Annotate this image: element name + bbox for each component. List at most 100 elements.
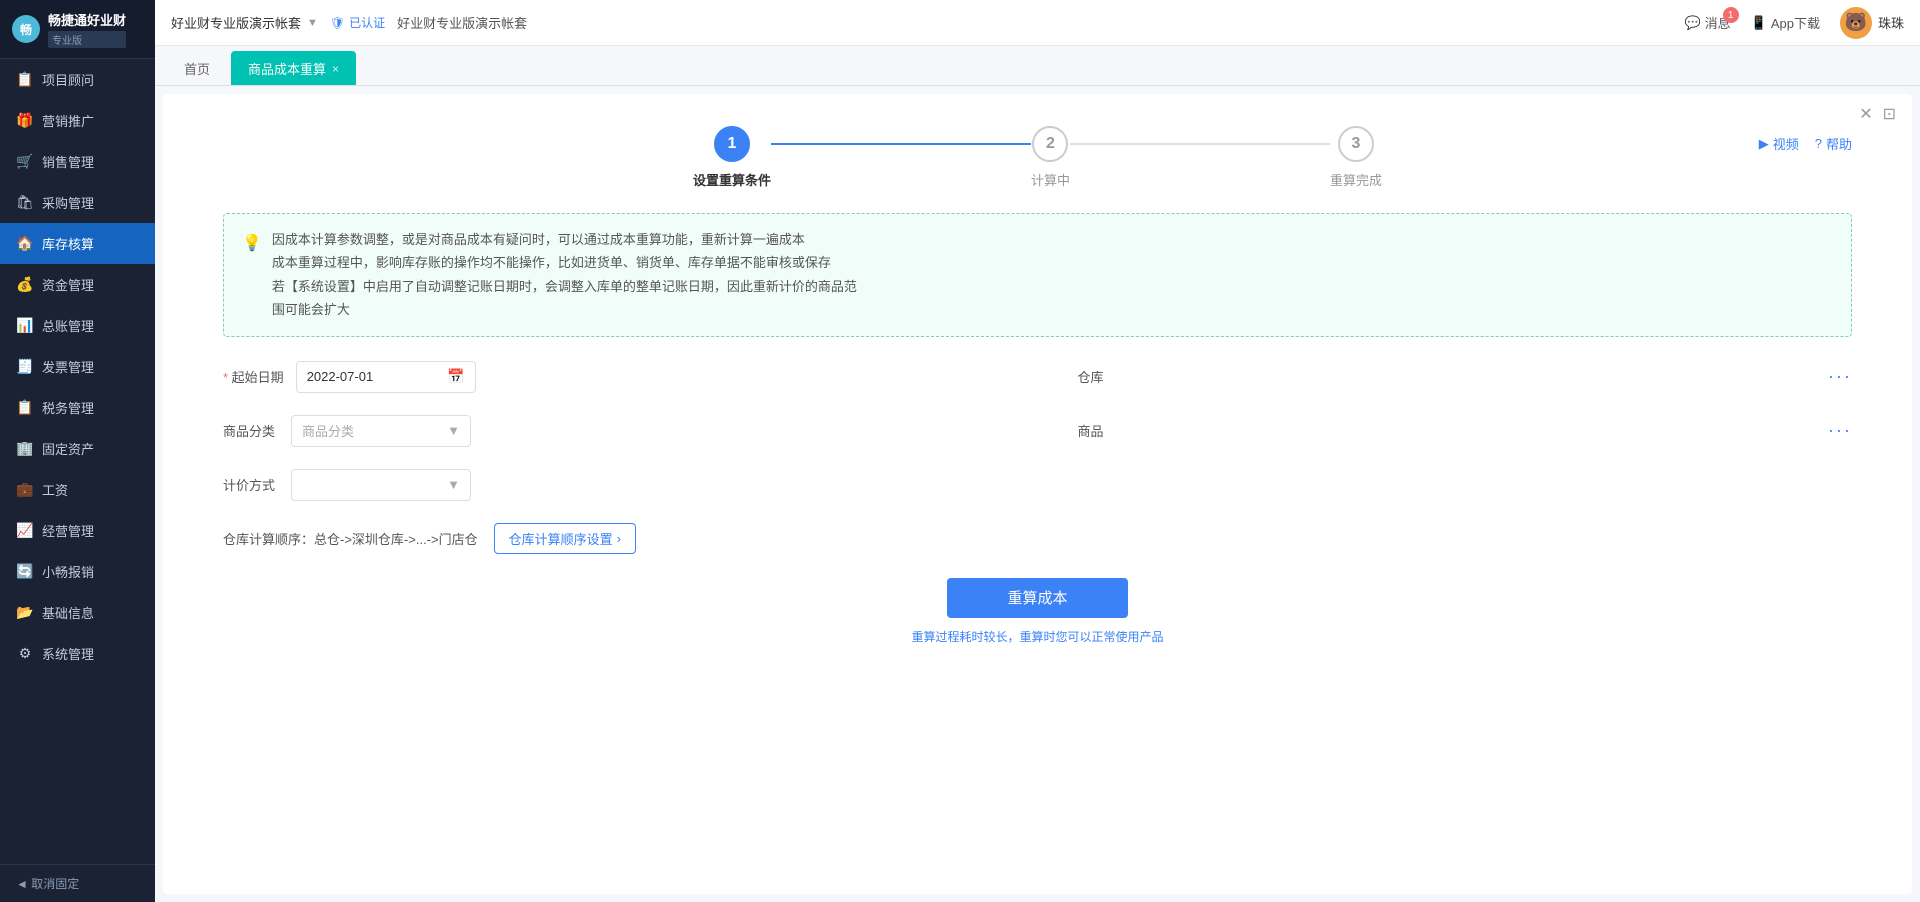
sidebar-item-purchase[interactable]: 🛍 采购管理 [0, 182, 155, 223]
sidebar-item-basic[interactable]: 📂 基础信息 [0, 592, 155, 633]
sidebar-item-label: 资金管理 [42, 275, 94, 294]
recalc-btn-label: 重算成本 [1007, 587, 1067, 608]
form-row-2: 商品分类 商品分类 ▼ 商品 ··· [223, 415, 1852, 447]
product-ellipsis[interactable]: ··· [1828, 420, 1852, 441]
step-1-label: 设置重算条件 [693, 170, 771, 189]
form-section: 起始日期 2022-07-01 📅 仓库 ··· 商品分类 商品分类 [163, 361, 1912, 501]
account-chevron-icon: ▼ [307, 17, 318, 29]
warehouse-order-button[interactable]: 仓库计算顺序设置 › [494, 523, 636, 554]
user-menu[interactable]: 🐻 珠珠 [1840, 7, 1904, 39]
sidebar-item-label: 税务管理 [42, 398, 94, 417]
tab-close-icon[interactable]: × [332, 62, 339, 76]
form-row-3: 计价方式 ▼ [223, 469, 1852, 501]
operation-icon: 📈 [16, 522, 34, 539]
avatar: 🐻 [1840, 7, 1872, 39]
category-select[interactable]: 商品分类 ▼ [291, 415, 471, 447]
warehouse-ellipsis[interactable]: ··· [1828, 366, 1852, 387]
start-date-value: 2022-07-01 [307, 369, 440, 384]
message-badge: 1 [1723, 7, 1739, 23]
tax-icon: 📋 [16, 399, 34, 416]
sidebar-item-label: 固定资产 [42, 439, 94, 458]
sidebar-item-tax[interactable]: 📋 税务管理 [0, 387, 155, 428]
inventory-icon: 🏠 [16, 235, 34, 252]
sidebar-item-label: 营销推广 [42, 111, 94, 130]
verified-label: 已认证 [349, 14, 385, 31]
notice-line: 因成本计算参数调整，或是对商品成本有疑问时，可以通过成本重算功能，重新计算一遍成… [272, 228, 857, 251]
tabs-bar: 首页 商品成本重算 × [155, 46, 1920, 86]
topbar-right: 💬 消息 1 📱 App下载 🐻 珠珠 [1684, 7, 1904, 39]
category-placeholder: 商品分类 [302, 421, 354, 440]
account-name: 好业财专业版演示帐套 [171, 13, 301, 32]
sidebar-item-label: 工资 [42, 480, 68, 499]
sidebar-item-salary[interactable]: 💼工资 [0, 469, 155, 510]
warehouse-label: 仓库 [1078, 367, 1134, 386]
message-button[interactable]: 💬 消息 1 [1684, 13, 1730, 32]
sidebar-nav: 📋项目顾问 🎁 营销推广 🛒 销售管理 🛍 采购管理 🏠库存核算💰资金管理📊总账管理🧾发票管理… [0, 59, 155, 864]
sidebar-item-finance[interactable]: 💰资金管理 [0, 264, 155, 305]
notice-icon: 💡 [242, 230, 262, 322]
notice-box: 💡 因成本计算参数调整，或是对商品成本有疑问时，可以通过成本重算功能，重新计算一… [223, 213, 1852, 337]
recalc-section: 重算成本 重算过程耗时较长，重算时您可以正常使用产品 [163, 578, 1912, 645]
category-chevron-icon: ▼ [447, 423, 460, 438]
step-3-circle: 3 [1338, 126, 1374, 162]
sidebar-item-sales[interactable]: 🛒 销售管理 [0, 141, 155, 182]
sidebar-item-label: 总账管理 [42, 316, 94, 335]
purchase-icon: 🛍 [16, 194, 34, 211]
sidebar-item-accounting[interactable]: 📊总账管理 [0, 305, 155, 346]
sidebar: 畅 畅捷通好业财 专业版 📋项目顾问 🎁 营销推广 🛒 销售管理 🛍 采购管理 🏠库存核算💰资… [0, 0, 155, 902]
sidebar-item-label: 基础信息 [42, 603, 94, 622]
notice-line: 成本重算过程中，影响库存账的操作均不能操作，比如进货单、销货单、库存单据不能审核… [272, 251, 857, 274]
unpin-label: ◄ 取消固定 [16, 875, 79, 892]
sidebar-item-expense[interactable]: 🔄小畅报销 [0, 551, 155, 592]
sidebar-item-inventory[interactable]: 🏠库存核算 [0, 223, 155, 264]
sidebar-item-project[interactable]: 📋项目顾问 [0, 59, 155, 100]
sidebar-item-label: 销售管理 [42, 152, 94, 171]
marketing-icon: 🎁 [16, 112, 34, 129]
invoice-icon: 🧾 [16, 358, 34, 375]
topbar: 好业财专业版演示帐套 ▼ 🛡 已认证 好业财专业版演示帐套 💬 消息 1 📱 A… [155, 0, 1920, 46]
tab-recalc[interactable]: 商品成本重算 × [231, 51, 356, 85]
warehouse-order-btn-label: 仓库计算顺序设置 [509, 529, 613, 548]
warehouse-order-chevron-icon: › [617, 531, 621, 546]
recalc-button[interactable]: 重算成本 [947, 578, 1127, 618]
category-field: 商品分类 商品分类 ▼ [223, 415, 998, 447]
sidebar-item-marketing[interactable]: 🎁 营销推广 [0, 100, 155, 141]
sidebar-item-invoice[interactable]: 🧾发票管理 [0, 346, 155, 387]
app-download-button[interactable]: 📱 App下载 [1751, 13, 1820, 32]
main-area: 好业财专业版演示帐套 ▼ 🛡 已认证 好业财专业版演示帐套 💬 消息 1 📱 A… [155, 0, 1920, 902]
sidebar-item-assets[interactable]: 🏢固定资产 [0, 428, 155, 469]
step-2-circle: 2 [1032, 126, 1068, 162]
video-link[interactable]: ▶ 视频 [1759, 134, 1799, 153]
step-line-1 [771, 143, 1031, 145]
sidebar-header: 畅 畅捷通好业财 专业版 [0, 0, 155, 59]
step-1-circle: 1 [714, 126, 750, 162]
price-method-select[interactable]: ▼ [291, 469, 471, 501]
price-method-field: 计价方式 ▼ [223, 469, 1852, 501]
app-label: App下载 [1771, 13, 1820, 32]
sidebar-item-operation[interactable]: 📈经营管理 [0, 510, 155, 551]
content-area: ✕ ⊡ 1 设置重算条件 2 计算中 3 [163, 94, 1912, 894]
sidebar-item-label: 采购管理 [42, 193, 94, 212]
basic-icon: 📂 [16, 604, 34, 621]
sidebar-footer[interactable]: ◄ 取消固定 [0, 864, 155, 902]
sales-icon: 🛒 [16, 153, 34, 170]
help-link[interactable]: ? 帮助 [1815, 134, 1852, 153]
system-icon: ⚙ [16, 645, 34, 662]
calendar-icon: 📅 [447, 368, 464, 385]
sidebar-item-system[interactable]: ⚙系统管理 [0, 633, 155, 674]
step-3-label: 重算完成 [1330, 170, 1382, 189]
username: 珠珠 [1878, 13, 1904, 32]
step-2: 2 计算中 [1031, 126, 1070, 189]
stepper-help: ▶ 视频 ? 帮助 [1759, 134, 1852, 153]
shield-icon: 🛡 [330, 16, 345, 30]
category-label: 商品分类 [223, 421, 279, 440]
account-selector[interactable]: 好业财专业版演示帐套 ▼ [171, 13, 318, 32]
tab-home-label: 首页 [184, 59, 210, 78]
logo-icon: 畅 [12, 15, 40, 43]
tab-home[interactable]: 首页 [167, 51, 227, 85]
start-date-input[interactable]: 2022-07-01 📅 [296, 361, 476, 393]
stepper: 1 设置重算条件 2 计算中 3 重算完成 ▶ 视频 ? 帮助 [163, 94, 1912, 213]
product-label: 商品 [1078, 421, 1134, 440]
expense-icon: 🔄 [16, 563, 34, 580]
step-2-label: 计算中 [1031, 170, 1070, 189]
